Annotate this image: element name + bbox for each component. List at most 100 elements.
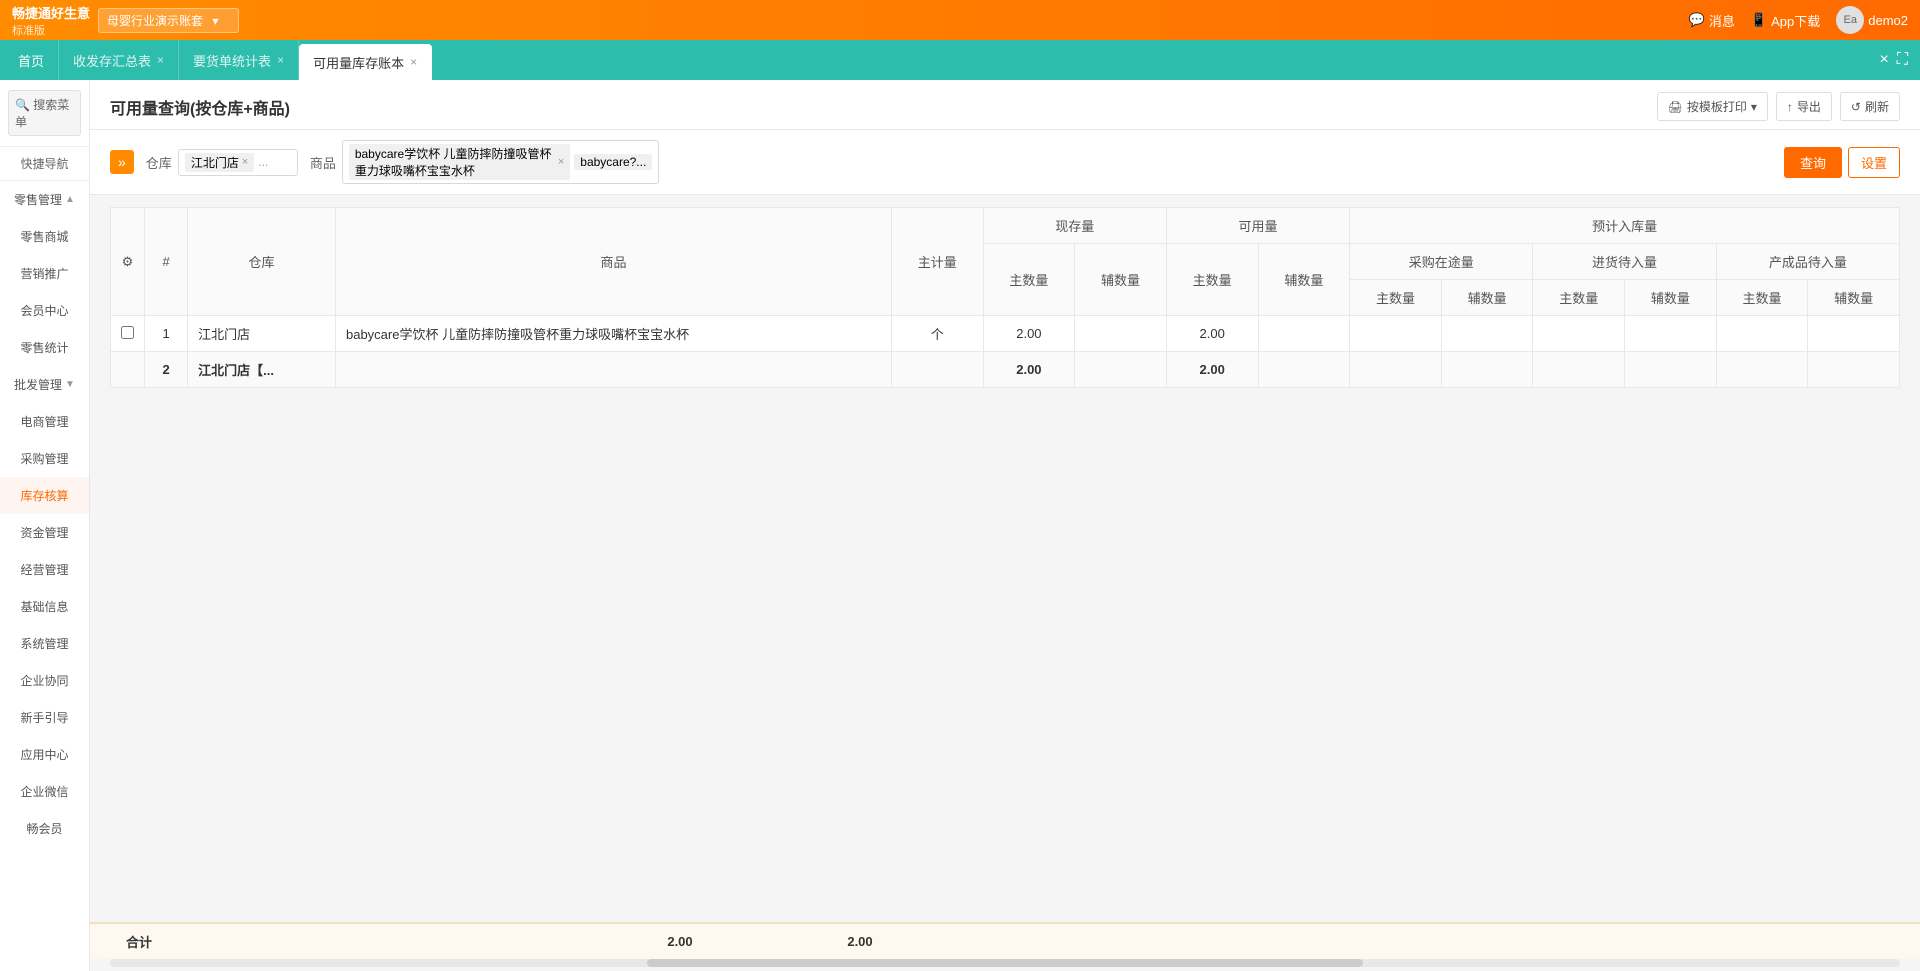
warehouse-filter-tags[interactable]: 江北门店 × ... xyxy=(178,149,298,176)
user-avatar-btn[interactable]: Ea demo2 xyxy=(1836,6,1908,34)
sidebar-item-retail-stats[interactable]: 零售统计 xyxy=(0,329,89,366)
sidebar-item-enterprise-collab[interactable]: 企业协同 xyxy=(0,662,89,699)
refresh-btn[interactable]: ↺ 刷新 xyxy=(1840,92,1900,121)
message-icon: 💬 xyxy=(1689,12,1705,28)
table-wrapper: ⚙ # 仓库 商品 主计量 现存量 可用量 预计入库量 主数量 辅数量 主数量 xyxy=(90,195,1920,922)
sidebar-search-section: 🔍 搜索菜单 xyxy=(0,80,89,147)
tab-available-stock-close[interactable]: × xyxy=(410,55,417,69)
table-row: 2 江北门店【... 2.00 2.00 xyxy=(111,352,1900,388)
app-download-btn[interactable]: 📱 App下载 xyxy=(1751,11,1820,30)
export-btn[interactable]: ↑ 导出 xyxy=(1776,92,1832,121)
row1-incoming-main xyxy=(1533,316,1625,352)
sidebar-item-member-center[interactable]: 会员中心 xyxy=(0,292,89,329)
tab-recv-send[interactable]: 收发存汇总表 × xyxy=(59,40,179,80)
tab-order-stats[interactable]: 要货单统计表 × xyxy=(179,40,299,80)
tab-close-all-btn[interactable]: × xyxy=(1879,51,1888,69)
sidebar-item-finance-mgmt[interactable]: 资金管理 xyxy=(0,514,89,551)
sidebar-item-app-center[interactable]: 应用中心 xyxy=(0,736,89,773)
tab-bar: 首页 收发存汇总表 × 要货单统计表 × 可用量库存账本 × × ⛶ xyxy=(0,40,1920,80)
export-icon: ↑ xyxy=(1787,100,1793,114)
table-row: 1 江北门店 babycare学饮杯 儿童防摔防撞吸管杯重力球吸嘴杯宝宝水杯 个… xyxy=(111,316,1900,352)
row1-check-input[interactable] xyxy=(121,326,134,339)
query-btn[interactable]: 查询 xyxy=(1784,147,1842,178)
sidebar-item-ops-mgmt[interactable]: 经营管理 xyxy=(0,551,89,588)
row2-finished-aux xyxy=(1808,352,1900,388)
tab-available-stock[interactable]: 可用量库存账本 × xyxy=(299,44,432,80)
tab-recv-send-close[interactable]: × xyxy=(157,53,164,67)
sidebar-item-inventory-check[interactable]: 库存核算 xyxy=(0,477,89,514)
row1-current-main: 2.00 xyxy=(983,316,1075,352)
settings-btn[interactable]: 设置 xyxy=(1848,147,1900,178)
tenant-select[interactable]: 母婴行业演示账套 ▾ xyxy=(98,8,239,33)
footer-current-main: 2.00 xyxy=(630,934,730,949)
row2-current-main: 2.00 xyxy=(983,352,1075,388)
sidebar-item-vip-member[interactable]: 畅会员 xyxy=(0,810,89,847)
main-layout: 🔍 搜索菜单 快捷导航 零售管理 ▲ 零售商城 营销推广 会员中心 零售统计 批… xyxy=(0,80,1920,971)
sidebar-item-retail-mgmt[interactable]: 零售管理 ▲ xyxy=(0,181,89,218)
row2-unit xyxy=(891,352,983,388)
refresh-icon: ↺ xyxy=(1851,100,1861,114)
product-tag-2: babycare?... xyxy=(574,154,652,170)
order-stats-tab-label: 要货单统计表 xyxy=(193,51,271,70)
sidebar-item-basic-info[interactable]: 基础信息 xyxy=(0,588,89,625)
sidebar-item-enterprise-wechat[interactable]: 企业微信 xyxy=(0,773,89,810)
row1-purchase-aux xyxy=(1441,316,1533,352)
footer-avail-main: 2.00 xyxy=(810,934,910,949)
sidebar-item-ecom-mgmt[interactable]: 电商管理 xyxy=(0,403,89,440)
sidebar-item-purchase-mgmt[interactable]: 采购管理 xyxy=(0,440,89,477)
row1-finished-aux xyxy=(1808,316,1900,352)
sidebar-item-marketing[interactable]: 营销推广 xyxy=(0,255,89,292)
filter-expand-btn[interactable]: » xyxy=(110,150,134,174)
tab-home[interactable]: 首页 xyxy=(4,40,59,80)
col-finished-aux-header: 辅数量 xyxy=(1808,280,1900,316)
sidebar-item-retail-mall[interactable]: 零售商城 xyxy=(0,218,89,255)
product-filter-tags[interactable]: babycare学饮杯 儿童防摔防撞吸管杯重力球吸嘴杯宝宝水杯 × babyca… xyxy=(342,140,659,184)
chevron-icon-2: ▼ xyxy=(65,379,75,390)
row1-current-aux xyxy=(1075,316,1167,352)
col-available-header: 可用量 xyxy=(1166,208,1349,244)
warehouse-filter-group: 仓库 江北门店 × ... xyxy=(146,149,298,176)
horizontal-scrollbar[interactable] xyxy=(110,959,1900,967)
top-bar-right: 💬 消息 📱 App下载 Ea demo2 xyxy=(1689,6,1908,34)
home-tab-label: 首页 xyxy=(18,51,44,70)
sidebar-item-wholesale-mgmt[interactable]: 批发管理 ▼ xyxy=(0,366,89,403)
row2-current-aux xyxy=(1075,352,1167,388)
warehouse-filter-label: 仓库 xyxy=(146,153,172,172)
product-filter-group: 商品 babycare学饮杯 儿童防摔防撞吸管杯重力球吸嘴杯宝宝水杯 × bab… xyxy=(310,140,660,184)
col-current-stock-header: 现存量 xyxy=(983,208,1166,244)
tab-order-stats-close[interactable]: × xyxy=(277,53,284,67)
col-warehouse-header: 仓库 xyxy=(188,208,336,316)
filter-area: » 仓库 江北门店 × ... 商品 babycare学饮杯 儿童防摔防撞吸管杯… xyxy=(90,130,1920,195)
row1-no: 1 xyxy=(145,316,188,352)
scroll-thumb[interactable] xyxy=(647,959,1363,967)
row2-avail-aux xyxy=(1258,352,1350,388)
sidebar-search-btn[interactable]: 🔍 搜索菜单 xyxy=(8,90,81,136)
col-finished-pending-header: 产成品待入量 xyxy=(1716,244,1899,280)
product-tag-1-close[interactable]: × xyxy=(558,156,564,168)
page-header: 可用量查询(按仓库+商品) 🖨 按模板打印 ▾ ↑ 导出 ↺ 刷新 xyxy=(90,80,1920,130)
col-settings-header[interactable]: ⚙ xyxy=(111,208,145,316)
warehouse-tag: 江北门店 × xyxy=(185,153,254,172)
product-tag-1: babycare学饮杯 儿童防摔防撞吸管杯重力球吸嘴杯宝宝水杯 × xyxy=(349,144,570,180)
tab-expand-btn[interactable]: ⛶ xyxy=(1897,51,1908,69)
content-area: 可用量查询(按仓库+商品) 🖨 按模板打印 ▾ ↑ 导出 ↺ 刷新 xyxy=(90,80,1920,971)
sidebar-item-new-guide[interactable]: 新手引导 xyxy=(0,699,89,736)
warehouse-tag-close[interactable]: × xyxy=(242,156,248,168)
col-product-header: 商品 xyxy=(335,208,891,316)
message-btn[interactable]: 💬 消息 xyxy=(1689,11,1735,30)
row1-checkbox[interactable] xyxy=(111,316,145,352)
avatar: Ea xyxy=(1836,6,1864,34)
col-forecast-in-header: 预计入库量 xyxy=(1350,208,1900,244)
top-bar-left: 畅捷通好生意 标准版 母婴行业演示账套 ▾ xyxy=(12,3,239,38)
warehouse-filter-more[interactable]: ... xyxy=(258,155,268,169)
row2-checkbox[interactable] xyxy=(111,352,145,388)
recv-send-tab-label: 收发存汇总表 xyxy=(73,51,151,70)
template-print-btn[interactable]: 🖨 按模板打印 ▾ xyxy=(1657,92,1768,121)
row1-avail-aux xyxy=(1258,316,1350,352)
page-title: 可用量查询(按仓库+商品) xyxy=(110,95,290,119)
sidebar-item-system-mgmt[interactable]: 系统管理 xyxy=(0,625,89,662)
sidebar-quick-nav[interactable]: 快捷导航 xyxy=(0,147,89,181)
row2-avail-main: 2.00 xyxy=(1166,352,1258,388)
col-current-main-header: 主数量 xyxy=(983,244,1075,316)
print-icon: 🖨 xyxy=(1668,100,1683,114)
